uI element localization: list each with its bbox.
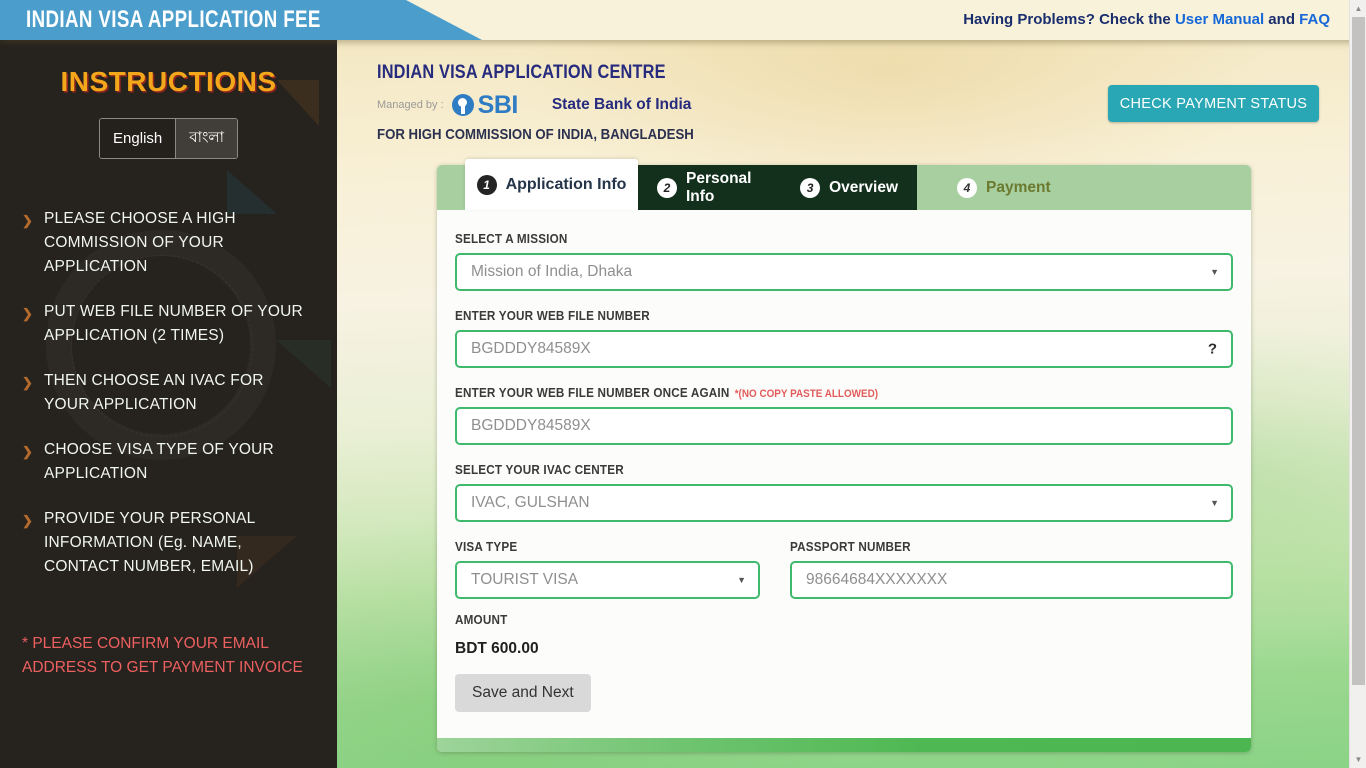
amount-label: AMOUNT xyxy=(455,612,507,627)
tab-bar: 1 Application Info 2 Personal Info 3 Ove… xyxy=(437,165,1251,210)
visa-type-select[interactable]: TOURIST VISA ▼ xyxy=(455,561,760,599)
mission-field-group: SELECT A MISSION Mission of India, Dhaka… xyxy=(455,230,1233,291)
check-payment-status-button[interactable]: CHECK PAYMENT STATUS xyxy=(1108,85,1319,122)
top-header-blue-ribbon: INDIAN VISA APPLICATION FEE xyxy=(0,0,482,40)
scroll-down-arrow-icon[interactable]: ▼ xyxy=(1350,751,1366,768)
managed-by-row: Managed by : SBI State Bank of India xyxy=(377,92,737,118)
web-file-input-wrap: ? xyxy=(455,330,1233,368)
chevron-right-icon: ❯ xyxy=(22,302,33,326)
email-confirm-note: * PLEASE CONFIRM YOUR EMAIL ADDRESS TO G… xyxy=(22,632,311,680)
language-english-button[interactable]: English xyxy=(100,119,175,158)
dropdown-arrow-icon: ▼ xyxy=(1210,267,1219,277)
instruction-item: ❯ PROVIDE YOUR PERSONAL INFORMATION (Eg. … xyxy=(22,507,311,579)
language-bangla-button[interactable]: বাংলা xyxy=(175,119,237,158)
visa-type-field-group: VISA TYPE TOURIST VISA ▼ xyxy=(455,538,760,599)
app-title: INDIAN VISA APPLICATION FEE xyxy=(26,0,321,40)
page: INDIAN VISA APPLICATION FEE Having Probl… xyxy=(0,0,1366,768)
tab-label: Overview xyxy=(829,179,898,197)
instruction-text: CHOOSE VISA TYPE OF YOUR APPLICATION xyxy=(44,441,274,482)
web-file-input[interactable] xyxy=(457,332,1231,366)
tab-number-badge: 3 xyxy=(800,178,820,198)
visa-type-label: VISA TYPE xyxy=(455,539,517,554)
ivac-header: INDIAN VISA APPLICATION CENTRE Managed b… xyxy=(377,62,737,143)
mission-label: SELECT A MISSION xyxy=(455,231,568,246)
no-copy-paste-hint: *(NO COPY PASTE ALLOWED) xyxy=(735,388,878,400)
sidebar: INSTRUCTIONS English বাংলা ❯ PLEASE CHOOS… xyxy=(0,40,337,768)
ivac-title: INDIAN VISA APPLICATION CENTRE xyxy=(377,62,687,84)
tab-label: Application Info xyxy=(506,176,627,194)
web-file-field-group: ENTER YOUR WEB FILE NUMBER ? xyxy=(455,307,1233,368)
tab-application-info[interactable]: 1 Application Info xyxy=(465,159,638,210)
save-and-next-button[interactable]: Save and Next xyxy=(455,674,591,712)
dropdown-arrow-icon: ▼ xyxy=(1210,498,1219,508)
sbi-logo-icon xyxy=(452,94,474,116)
tab-number-badge: 2 xyxy=(657,178,677,198)
language-toggle: English বাংলা xyxy=(99,118,238,159)
top-header: INDIAN VISA APPLICATION FEE Having Probl… xyxy=(0,0,1366,40)
help-text-and: and xyxy=(1264,11,1299,28)
tab-label: Personal Info xyxy=(686,170,762,206)
passport-input-wrap xyxy=(790,561,1233,599)
help-question-icon[interactable]: ? xyxy=(1208,341,1217,358)
mission-selected-value: Mission of India, Dhaka xyxy=(457,263,632,281)
faq-link[interactable]: FAQ xyxy=(1299,11,1330,28)
tab-payment[interactable]: 4 Payment xyxy=(945,165,1063,210)
passport-input[interactable] xyxy=(792,563,1231,597)
visa-type-selected-value: TOURIST VISA xyxy=(457,571,578,589)
help-text-prefix: Having Problems? Check the xyxy=(963,11,1175,28)
bank-name: State Bank of India xyxy=(552,96,692,114)
scrollbar-thumb[interactable] xyxy=(1352,17,1365,685)
tab-label: Payment xyxy=(986,179,1051,197)
ivac-selected-value: IVAC, GULSHAN xyxy=(457,494,590,512)
instruction-item: ❯ PUT WEB FILE NUMBER OF YOUR APPLICATION… xyxy=(22,300,311,348)
web-file-label: ENTER YOUR WEB FILE NUMBER xyxy=(455,308,650,323)
instruction-item: ❯ CHOOSE VISA TYPE OF YOUR APPLICATION xyxy=(22,438,311,486)
web-file-again-label: ENTER YOUR WEB FILE NUMBER ONCE AGAIN *(… xyxy=(455,385,878,400)
tab-number-badge: 1 xyxy=(477,175,497,195)
passport-field-group: PASSPORT NUMBER xyxy=(790,538,1233,599)
panel-footer-strip xyxy=(437,738,1251,752)
instruction-text: THEN CHOOSE AN IVAC FOR YOUR APPLICATION xyxy=(44,372,264,413)
visa-passport-row: VISA TYPE TOURIST VISA ▼ PASSPORT NUMBER xyxy=(455,538,1233,599)
scrollbar[interactable]: ▲ ▼ xyxy=(1349,0,1366,768)
web-file-again-input-wrap xyxy=(455,407,1233,445)
web-file-again-input[interactable] xyxy=(457,409,1231,443)
web-file-again-field-group: ENTER YOUR WEB FILE NUMBER ONCE AGAIN *(… xyxy=(455,384,1233,445)
user-manual-link[interactable]: User Manual xyxy=(1175,11,1264,28)
amount-field-group: AMOUNT BDT 600.00 xyxy=(455,611,1233,658)
tab-overview[interactable]: 3 Overview xyxy=(781,165,917,210)
passport-label: PASSPORT NUMBER xyxy=(790,539,911,554)
ivac-select[interactable]: IVAC, GULSHAN ▼ xyxy=(455,484,1233,522)
dropdown-arrow-icon: ▼ xyxy=(737,575,746,585)
instruction-text: PROVIDE YOUR PERSONAL INFORMATION (Eg. N… xyxy=(44,510,255,575)
instruction-text: PLEASE CHOOSE A HIGH COMMISSION OF YOUR … xyxy=(44,210,236,275)
application-form: SELECT A MISSION Mission of India, Dhaka… xyxy=(437,210,1251,712)
chevron-right-icon: ❯ xyxy=(22,509,33,533)
amount-value: BDT 600.00 xyxy=(455,640,1233,658)
web-file-again-label-text: ENTER YOUR WEB FILE NUMBER ONCE AGAIN xyxy=(455,385,729,400)
chevron-right-icon: ❯ xyxy=(22,440,33,464)
instruction-text: PUT WEB FILE NUMBER OF YOUR APPLICATION … xyxy=(44,303,303,344)
mission-select[interactable]: Mission of India, Dhaka ▼ xyxy=(455,253,1233,291)
main-content: INDIAN VISA APPLICATION CENTRE Managed b… xyxy=(337,40,1349,768)
application-form-panel: 1 Application Info 2 Personal Info 3 Ove… xyxy=(437,165,1251,752)
help-text: Having Problems? Check the User Manual a… xyxy=(963,0,1330,40)
instruction-item: ❯ PLEASE CHOOSE A HIGH COMMISSION OF YOUR… xyxy=(22,207,311,279)
instruction-item: ❯ THEN CHOOSE AN IVAC FOR YOUR APPLICATIO… xyxy=(22,369,311,417)
managed-by-label: Managed by : xyxy=(377,99,444,111)
chevron-right-icon: ❯ xyxy=(22,209,33,233)
chevron-right-icon: ❯ xyxy=(22,371,33,395)
tab-personal-info[interactable]: 2 Personal Info xyxy=(638,165,781,210)
scroll-up-arrow-icon[interactable]: ▲ xyxy=(1350,0,1366,17)
ivac-field-group: SELECT YOUR IVAC CENTER IVAC, GULSHAN ▼ xyxy=(455,461,1233,522)
instruction-list: ❯ PLEASE CHOOSE A HIGH COMMISSION OF YOUR… xyxy=(22,207,311,579)
tab-number-badge: 4 xyxy=(957,178,977,198)
tab-dark-group: 2 Personal Info 3 Overview xyxy=(638,165,917,210)
ivac-subtitle: FOR HIGH COMMISSION OF INDIA, BANGLADESH xyxy=(377,126,694,143)
sbi-abbr: SBI xyxy=(478,94,518,116)
instructions-title: INSTRUCTIONS xyxy=(0,66,337,98)
ivac-label: SELECT YOUR IVAC CENTER xyxy=(455,462,624,477)
